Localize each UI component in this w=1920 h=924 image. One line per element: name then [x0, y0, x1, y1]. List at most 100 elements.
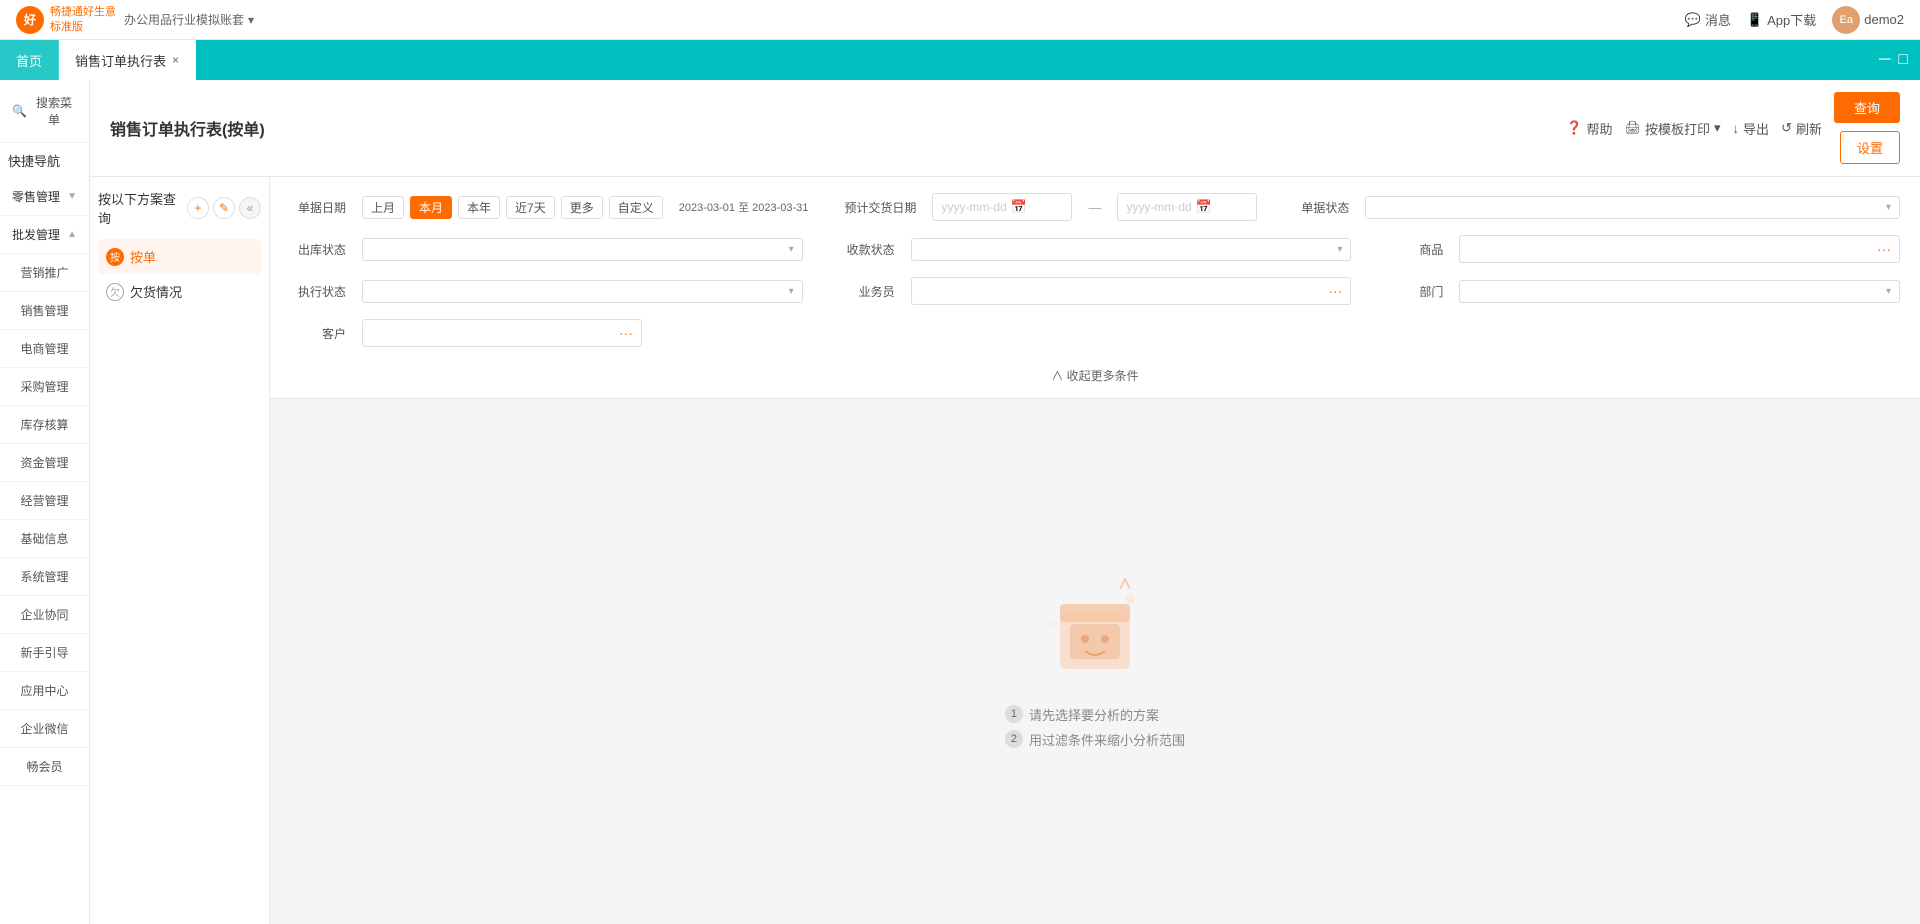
tab-close-icon[interactable]: ×	[172, 53, 179, 67]
tab-sales-order[interactable]: 销售订单执行表 ×	[59, 40, 196, 80]
collapse-panel-button[interactable]: «	[239, 197, 261, 219]
content-area: 销售订单执行表(按单) ❓ 帮助 🖨 按模板打印 ▾ ↓ 导出 ↺ 刷新	[90, 80, 1920, 924]
filter-row-3: 执行状态 ▾ 业务员 ··· 部门 ▾	[290, 277, 1900, 305]
scheme-item-shortage[interactable]: 欠 欠货情况	[98, 274, 261, 309]
empty-state: 1 请先选择要分析的方案 2 用过滤条件来缩小分析范围	[270, 399, 1920, 924]
add-scheme-button[interactable]: +	[187, 197, 209, 219]
scheme-icon-shortage: 欠	[106, 283, 124, 301]
date-range-text: 2023-03-01 至 2023-03-31	[679, 199, 809, 215]
help-button[interactable]: ❓ 帮助	[1566, 119, 1612, 138]
exec-status-select[interactable]: ▾	[362, 280, 803, 303]
chevron-down-icon-5: ▾	[1886, 286, 1891, 297]
sidebar-item-system[interactable]: 系统管理	[0, 558, 89, 596]
sidebar-item-retail[interactable]: 零售管理 ▼	[0, 178, 89, 216]
help-icon: ❓	[1566, 120, 1582, 136]
app-download-button[interactable]: 📱 App下载	[1747, 10, 1816, 29]
salesperson-label: 业务员	[839, 283, 895, 300]
logo-area: 好 畅捷通好生意 标准版	[16, 5, 116, 34]
sidebar-item-finance[interactable]: 资金管理	[0, 444, 89, 482]
minimize-button[interactable]: ─	[1879, 51, 1890, 69]
exec-status-label: 执行状态	[290, 283, 346, 300]
customer-label: 客户	[290, 325, 346, 342]
sidebar-item-wechat[interactable]: 企业微信	[0, 710, 89, 748]
goods-input[interactable]: ···	[1459, 235, 1900, 263]
sidebar-item-member[interactable]: 畅会员	[0, 748, 89, 786]
right-panel: 单据日期 上月 本月 本年 近7天 更多 自定义 2023-03-01 至 20…	[270, 177, 1920, 924]
sidebar-item-shortcut[interactable]: 快捷导航	[0, 143, 89, 178]
main-layout: 🔍 搜索菜单 快捷导航 零售管理 ▼ 批发管理 ▲ 营销推广 销售管理 电商管理…	[0, 80, 1920, 924]
export-icon: ↓	[1733, 121, 1740, 136]
avatar: Ea	[1832, 6, 1860, 34]
more-btn[interactable]: 更多	[561, 196, 603, 219]
hint-1: 1 请先选择要分析的方案	[1005, 705, 1185, 724]
salesperson-input[interactable]: ···	[911, 277, 1352, 305]
dept-select[interactable]: ▾	[1459, 280, 1900, 303]
page-actions: ❓ 帮助 🖨 按模板打印 ▾ ↓ 导出 ↺ 刷新 查询	[1566, 92, 1900, 164]
salesperson-more-icon[interactable]: ···	[1328, 283, 1342, 299]
tab-home[interactable]: 首页	[0, 40, 59, 80]
this-year-btn[interactable]: 本年	[458, 196, 500, 219]
search-icon: 🔍	[12, 104, 27, 118]
user-menu[interactable]: Ea demo2	[1832, 6, 1904, 34]
sidebar-item-guide[interactable]: 新手引导	[0, 634, 89, 672]
collapse-filter-button[interactable]: ∧ 收起更多条件	[290, 361, 1900, 390]
last-7-days-btn[interactable]: 近7天	[506, 196, 555, 219]
filter-row-1: 单据日期 上月 本月 本年 近7天 更多 自定义 2023-03-01 至 20…	[290, 193, 1900, 221]
calendar-icon-end: 📅	[1196, 199, 1212, 215]
sidebar-item-apps[interactable]: 应用中心	[0, 672, 89, 710]
chevron-down-icon-4: ▾	[789, 286, 794, 297]
print-button[interactable]: 🖨 按模板打印 ▾	[1624, 119, 1720, 138]
customer-input[interactable]: ···	[362, 319, 642, 347]
sidebar-item-sales[interactable]: 销售管理	[0, 292, 89, 330]
left-panel-header: 按以下方案查询 + ✎ «	[98, 189, 261, 227]
sidebar-item-inventory[interactable]: 库存核算	[0, 406, 89, 444]
date-placeholder-end: yyyy-mm-dd	[1126, 200, 1191, 214]
goods-more-icon[interactable]: ···	[1877, 241, 1891, 257]
query-settings-area: 查询 设置	[1834, 92, 1900, 164]
collapse-icon: ∧	[1051, 369, 1063, 383]
this-month-btn[interactable]: 本月	[410, 196, 452, 219]
left-panel: 按以下方案查询 + ✎ « 按 按单 欠 欠货情况	[90, 177, 270, 924]
query-button[interactable]: 查询	[1834, 92, 1900, 123]
expected-delivery-end[interactable]: yyyy-mm-dd 📅	[1117, 193, 1257, 221]
sidebar-search-button[interactable]: 🔍 搜索菜单	[8, 88, 81, 134]
custom-btn[interactable]: 自定义	[609, 196, 663, 219]
expected-delivery-start[interactable]: yyyy-mm-dd 📅	[932, 193, 1072, 221]
date-placeholder-start: yyyy-mm-dd	[941, 200, 1006, 214]
print-arrow-icon: ▾	[1714, 120, 1721, 136]
calendar-icon-start: 📅	[1011, 199, 1027, 215]
chevron-up-icon: ▲	[67, 229, 77, 240]
app-icon: 📱	[1747, 12, 1763, 28]
goods-label: 商品	[1387, 241, 1443, 258]
expected-delivery-label: 预计交货日期	[844, 199, 916, 216]
edit-scheme-button[interactable]: ✎	[213, 197, 235, 219]
maximize-button[interactable]: □	[1898, 51, 1908, 69]
sidebar-item-basic[interactable]: 基础信息	[0, 520, 89, 558]
left-panel-action-buttons: + ✎ «	[187, 197, 261, 219]
logo-icon: 好	[16, 6, 44, 34]
export-button[interactable]: ↓ 导出	[1733, 119, 1770, 138]
last-month-btn[interactable]: 上月	[362, 196, 404, 219]
sidebar-item-enterprise[interactable]: 企业协同	[0, 596, 89, 634]
delivery-status-select[interactable]: ▾	[362, 238, 803, 261]
empty-illustration	[1035, 569, 1155, 689]
collection-status-select[interactable]: ▾	[911, 238, 1352, 261]
refresh-button[interactable]: ↺ 刷新	[1781, 119, 1822, 138]
doc-status-select[interactable]: ▾	[1365, 196, 1900, 219]
sidebar-item-purchase[interactable]: 采购管理	[0, 368, 89, 406]
settings-button[interactable]: 设置	[1840, 131, 1900, 164]
page-header: 销售订单执行表(按单) ❓ 帮助 🖨 按模板打印 ▾ ↓ 导出 ↺ 刷新	[90, 80, 1920, 177]
filter-area: 单据日期 上月 本月 本年 近7天 更多 自定义 2023-03-01 至 20…	[270, 177, 1920, 399]
collection-status-label: 收款状态	[839, 241, 895, 258]
page-title: 销售订单执行表(按单)	[110, 116, 265, 140]
sidebar-item-wholesale[interactable]: 批发管理 ▲	[0, 216, 89, 254]
sidebar-item-operations[interactable]: 经营管理	[0, 482, 89, 520]
message-button[interactable]: 💬 消息	[1685, 10, 1731, 29]
print-icon: 🖨	[1624, 120, 1641, 136]
hint-2: 2 用过滤条件来缩小分析范围	[1005, 730, 1185, 749]
scheme-item-by-order[interactable]: 按 按单	[98, 239, 261, 274]
customer-more-icon[interactable]: ···	[619, 325, 633, 341]
refresh-icon: ↺	[1781, 120, 1792, 136]
sidebar-item-ecommerce[interactable]: 电商管理	[0, 330, 89, 368]
sidebar-item-marketing[interactable]: 营销推广	[0, 254, 89, 292]
